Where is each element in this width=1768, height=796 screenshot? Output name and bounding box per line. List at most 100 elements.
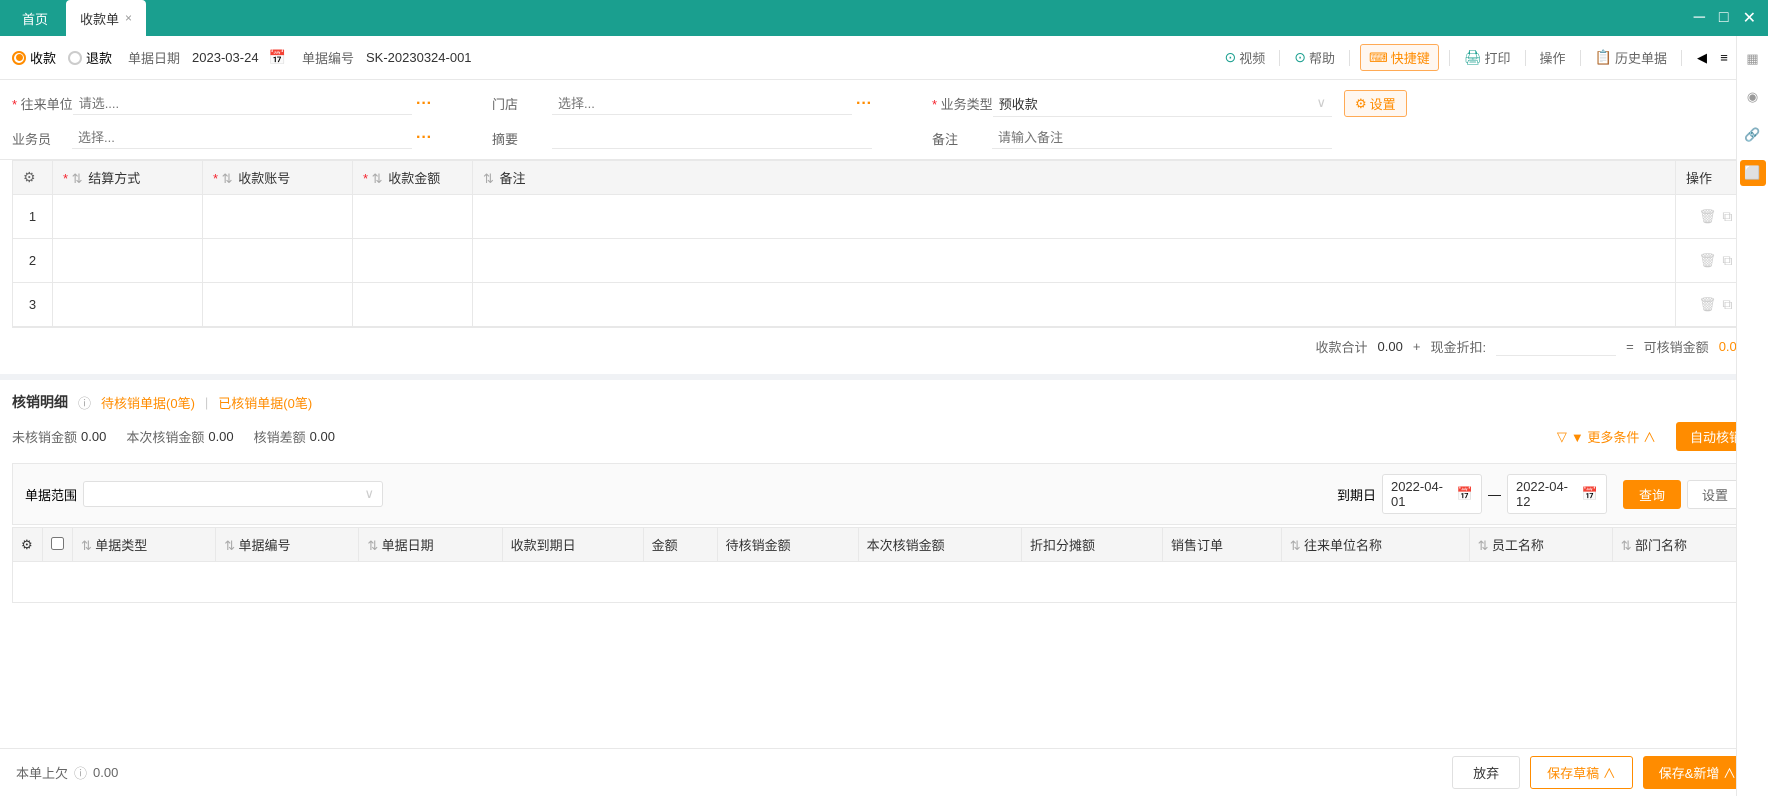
sidebar-expand-icon[interactable]: ⬜ — [1740, 160, 1766, 186]
sort-icon-2: ⇅ — [222, 171, 233, 186]
lt-th-checkbox[interactable] — [43, 528, 73, 562]
sidebar-record-icon[interactable]: ◉ — [1740, 84, 1766, 110]
layout-list-button[interactable]: ≡ — [1714, 50, 1734, 66]
date-from-value: 2022-04-01 — [1391, 479, 1453, 509]
store-label: 门店 — [492, 94, 552, 113]
operation-button[interactable]: 操作 — [1536, 46, 1570, 69]
date-from-input[interactable]: 2022-04-01 📅 — [1382, 474, 1482, 514]
row-3-settle[interactable] — [53, 283, 203, 327]
date-to-input[interactable]: 2022-04-12 📅 — [1507, 474, 1607, 514]
discount-label: 现金折扣: — [1430, 337, 1486, 356]
date-to-value: 2022-04-12 — [1516, 479, 1578, 509]
row-3-remark[interactable] — [473, 283, 1676, 327]
lt-sort-1: ⇅ — [81, 538, 92, 553]
row-2-remark[interactable] — [473, 239, 1676, 283]
counterparty-input[interactable] — [73, 93, 412, 115]
row-3-amount[interactable] — [353, 283, 473, 327]
row-2-amount[interactable] — [353, 239, 473, 283]
sidebar-table-icon[interactable]: ▦ — [1740, 46, 1766, 72]
calendar-from-icon: 📅 — [1457, 486, 1473, 502]
filter-row: 单据范围 ∨ 到期日 2022-04-01 📅 — 2022-04-12 📅 — [12, 463, 1756, 525]
diff-value: 0.00 — [310, 429, 335, 444]
row-1-amount[interactable] — [353, 195, 473, 239]
biztype-select[interactable]: 预收款 ∨ — [993, 91, 1332, 117]
discard-button[interactable]: 放弃 — [1452, 756, 1520, 789]
date-range: 到期日 2022-04-01 📅 — 2022-04-12 📅 — [1337, 474, 1607, 514]
form-row-2: 业务员 ··· 摘要 备注 — [12, 127, 1756, 149]
section-header: 核销明细 ⓘ 待核销单据(0笔) | 已核销单据(0笔) — [12, 392, 1756, 412]
history-button[interactable]: 📋 历史单据 — [1591, 46, 1671, 69]
save-draft-button[interactable]: 保存草稿 ∧ — [1530, 756, 1633, 789]
store-field: 门店 ··· — [492, 93, 872, 115]
tab-home[interactable]: 首页 — [8, 0, 62, 36]
help-button[interactable]: ⊙ 帮助 — [1290, 46, 1339, 69]
query-button[interactable]: 查询 — [1623, 480, 1681, 509]
pending-tab[interactable]: 待核销单据(0笔) — [101, 393, 195, 412]
staff-input[interactable] — [72, 127, 412, 149]
tab-close-button[interactable]: × — [125, 11, 132, 25]
row-2-settle[interactable] — [53, 239, 203, 283]
calendar-icon[interactable]: 📅 — [269, 49, 286, 66]
verification-section: 核销明细 ⓘ 待核销单据(0笔) | 已核销单据(0笔) 未核销金额 0.00 … — [0, 374, 1768, 603]
counterparty-label: 往来单位 — [12, 94, 73, 113]
sidebar-link-icon[interactable]: 🔗 — [1740, 122, 1766, 148]
row-2-delete-icon[interactable]: 🗑 — [1699, 252, 1717, 269]
lt-sort-5: ⇅ — [1478, 538, 1489, 553]
lt-sort-2: ⇅ — [224, 538, 235, 553]
th-remark: ⇅ 备注 — [473, 161, 1676, 195]
row-3-delete-icon[interactable]: 🗑 — [1699, 296, 1717, 313]
sort-icon-4: ⇅ — [483, 171, 494, 186]
lt-th-salesorder: 销售订单 — [1163, 528, 1282, 562]
footer-right: 放弃 保存草稿 ∧ 保存&新增 ∧ — [1452, 756, 1752, 789]
staff-more-icon[interactable]: ··· — [416, 129, 432, 147]
more-conditions-label: ▼ 更多条件 ∧ — [1571, 427, 1656, 446]
radio-refund[interactable]: 退款 — [68, 48, 112, 67]
range-select[interactable]: ∨ — [83, 481, 383, 507]
window-maximize-button[interactable]: □ — [1715, 7, 1733, 29]
row-1-delete-icon[interactable]: 🗑 — [1699, 208, 1717, 225]
row-1-remark[interactable] — [473, 195, 1676, 239]
store-input[interactable] — [552, 93, 852, 115]
info-icon: ⓘ — [78, 393, 91, 412]
main-content: 收款 退款 单据日期 2023-03-24 📅 单据编号 SK-20230324… — [0, 36, 1768, 796]
row-1-account[interactable] — [203, 195, 353, 239]
summary-input[interactable] — [552, 127, 872, 149]
filter-setting-button[interactable]: 设置 — [1687, 480, 1743, 509]
lt-th-gear[interactable]: ⚙ — [13, 528, 43, 562]
row-2-account[interactable] — [203, 239, 353, 283]
th-gear[interactable]: ⚙ — [13, 161, 53, 195]
print-button[interactable]: 🖨 打印 — [1460, 46, 1515, 69]
row-2-copy-icon[interactable]: ⧉ — [1722, 252, 1732, 269]
row-1-settle[interactable] — [53, 195, 203, 239]
settings-button[interactable]: ⚙ 设置 — [1344, 90, 1407, 117]
row-3-num: 3 — [13, 283, 53, 327]
shortcut-button[interactable]: ⌨ 快捷键 — [1360, 44, 1439, 71]
row-1-copy-icon[interactable]: ⧉ — [1722, 208, 1732, 225]
lt-checkbox-all[interactable] — [51, 537, 64, 550]
tab-active[interactable]: 收款单 × — [66, 0, 146, 36]
calendar-to-icon: 📅 — [1582, 486, 1598, 502]
more-conditions-button[interactable]: ▽ ▼ 更多条件 ∧ — [1557, 427, 1656, 446]
cleared-tab[interactable]: 已核销单据(0笔) — [218, 393, 312, 412]
lt-empty-row — [13, 562, 1756, 603]
row-3-account[interactable] — [203, 283, 353, 327]
row-3-copy-icon[interactable]: ⧉ — [1722, 296, 1732, 313]
toolbar-right: ⊙ 视频 ⊙ 帮助 ⌨ 快捷键 🖨 打印 操作 — [1220, 44, 1756, 71]
store-more-icon[interactable]: ··· — [856, 95, 872, 113]
lt-gear-icon[interactable]: ⚙ — [21, 537, 33, 552]
discount-input[interactable] — [1496, 336, 1616, 356]
shortcut-label: 快捷键 — [1391, 48, 1430, 67]
bill-info-icon: ⓘ — [74, 763, 87, 782]
radio-receive[interactable]: 收款 — [12, 48, 56, 67]
video-button[interactable]: ⊙ 视频 — [1220, 46, 1269, 69]
save-draft-label: 保存草稿 ∧ — [1547, 763, 1616, 782]
info-row: 未核销金额 0.00 本次核销金额 0.00 核销差额 0.00 ▽ ▼ 更多条… — [12, 422, 1756, 451]
window-minimize-button[interactable]: ─ — [1690, 7, 1709, 29]
prev-button[interactable]: ◀ — [1692, 50, 1712, 66]
remark-input[interactable] — [992, 127, 1332, 149]
window-close-button[interactable]: ✕ — [1739, 6, 1760, 30]
counterparty-more-icon[interactable]: ··· — [416, 95, 432, 113]
gear-icon[interactable]: ⚙ — [23, 169, 36, 185]
help-label: 帮助 — [1309, 48, 1335, 67]
th-account: ⇅ 收款账号 — [203, 161, 353, 195]
